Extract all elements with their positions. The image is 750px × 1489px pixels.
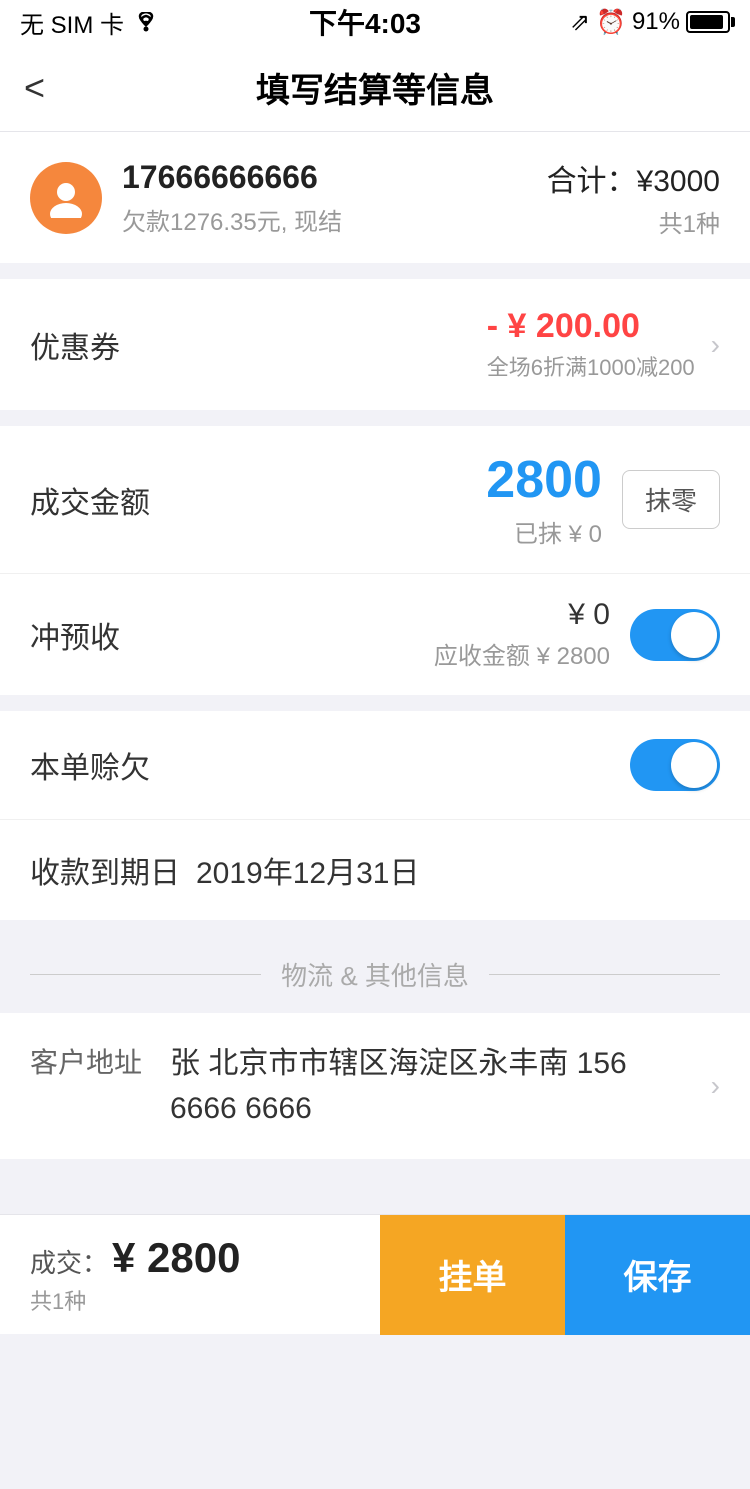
carrier-text: 无 SIM 卡 [20, 5, 124, 40]
logistics-line-left [30, 974, 261, 975]
deal-amount-label: 成交金额 [30, 478, 150, 522]
logistics-section-label: 物流 & 其他信息 [281, 956, 469, 993]
deal-amount-sub: 已抹 ¥ 0 [486, 514, 602, 549]
address-row[interactable]: 客户地址 张 北京市市辖区海淀区永丰南 156 6666 6666 › [0, 1013, 750, 1159]
back-button[interactable]: < [24, 67, 45, 109]
duedate-row: 收款到期日 2019年12月31日 [0, 819, 750, 920]
toggle-knob [671, 612, 717, 658]
address-label: 客户地址 [30, 1041, 150, 1081]
credit-toggle[interactable] [630, 739, 720, 791]
battery-icon [686, 11, 730, 33]
customer-info: 17666666666 欠款1276.35元, 现结 [122, 159, 342, 237]
battery-percent: 91% [632, 8, 680, 36]
total-count: 共1种 [547, 204, 720, 239]
wifi-icon [132, 12, 160, 32]
amount-section: 成交金额 2800 已抹 ¥ 0 抹零 冲预收 ¥ 0 应收金额 ¥ 2800 [0, 426, 750, 695]
address-chevron-icon: › [711, 1070, 720, 1102]
status-time: 下午4:03 [309, 2, 421, 42]
page-title: 填写结算等信息 [256, 63, 494, 112]
discount-desc: 全场6折满1000减200 [487, 350, 695, 382]
deal-amount-value: 2800 [486, 450, 602, 510]
precharge-receivable: 应收金额 ¥ 2800 [434, 636, 610, 671]
section-divider-2 [0, 695, 750, 711]
chevron-right-icon: › [711, 329, 720, 361]
duedate-label: 收款到期日 [30, 848, 180, 892]
customer-card: 17666666666 欠款1276.35元, 现结 合计：¥3000 共1种 [0, 132, 750, 263]
precharge-right: ¥ 0 应收金额 ¥ 2800 [434, 598, 720, 671]
round-off-button[interactable]: 抹零 [622, 470, 720, 529]
precharge-row: 冲预收 ¥ 0 应收金额 ¥ 2800 [0, 574, 750, 695]
nav-bar: < 填写结算等信息 [0, 44, 750, 132]
total-amount: 合计：¥3000 [547, 156, 720, 200]
duedate-value: 2019年12月31日 [196, 848, 419, 892]
bottom-deal-label: 成交： [30, 1243, 108, 1280]
customer-left: 17666666666 欠款1276.35元, 现结 [30, 159, 342, 237]
logistics-divider: 物流 & 其他信息 [0, 936, 750, 1013]
bottom-count: 共1种 [30, 1284, 350, 1316]
logistics-line-right [489, 974, 720, 975]
avatar [30, 162, 102, 234]
credit-row: 本单赊欠 [0, 711, 750, 819]
discount-row[interactable]: 优惠券 - ¥ 200.00 全场6折满1000减200 › [0, 279, 750, 410]
section-divider-1 [0, 410, 750, 426]
discount-section: 优惠券 - ¥ 200.00 全场6折满1000减200 › [0, 279, 750, 410]
precharge-toggle[interactable] [630, 609, 720, 661]
location-icon: ⇗ [570, 8, 590, 37]
precharge-value-group: ¥ 0 应收金额 ¥ 2800 [434, 598, 610, 671]
discount-amount: - ¥ 200.00 [487, 307, 695, 346]
status-bar: 无 SIM 卡 下午4:03 ⇗ ⏰ 91% [0, 0, 750, 44]
deal-amount-right: 2800 已抹 ¥ 0 抹零 [486, 450, 720, 549]
hold-button[interactable]: 挂单 [380, 1215, 565, 1335]
precharge-label: 冲预收 [30, 613, 120, 657]
precharge-amount: ¥ 0 [434, 598, 610, 632]
customer-right: 合计：¥3000 共1种 [547, 156, 720, 239]
save-button[interactable]: 保存 [565, 1215, 750, 1335]
section-divider-3 [0, 920, 750, 936]
customer-phone: 17666666666 [122, 159, 342, 196]
bottom-summary: 成交： ¥ 2800 共1种 [0, 1234, 380, 1316]
discount-label: 优惠券 [30, 323, 120, 367]
alarm-icon: ⏰ [596, 8, 626, 37]
credit-label: 本单赊欠 [30, 743, 150, 787]
bottom-bar: 成交： ¥ 2800 共1种 挂单 保存 [0, 1214, 750, 1334]
status-left: 无 SIM 卡 [20, 5, 160, 40]
bottom-amount: ¥ 2800 [112, 1234, 240, 1282]
discount-right: - ¥ 200.00 全场6折满1000减200 › [487, 307, 720, 382]
customer-debt: 欠款1276.35元, 现结 [122, 202, 342, 237]
credit-toggle-knob [671, 742, 717, 788]
deal-amount-row: 成交金额 2800 已抹 ¥ 0 抹零 [0, 426, 750, 574]
address-content: 张 北京市市辖区海淀区永丰南 156 6666 6666 [170, 1041, 691, 1131]
status-right: ⇗ ⏰ 91% [570, 8, 730, 37]
